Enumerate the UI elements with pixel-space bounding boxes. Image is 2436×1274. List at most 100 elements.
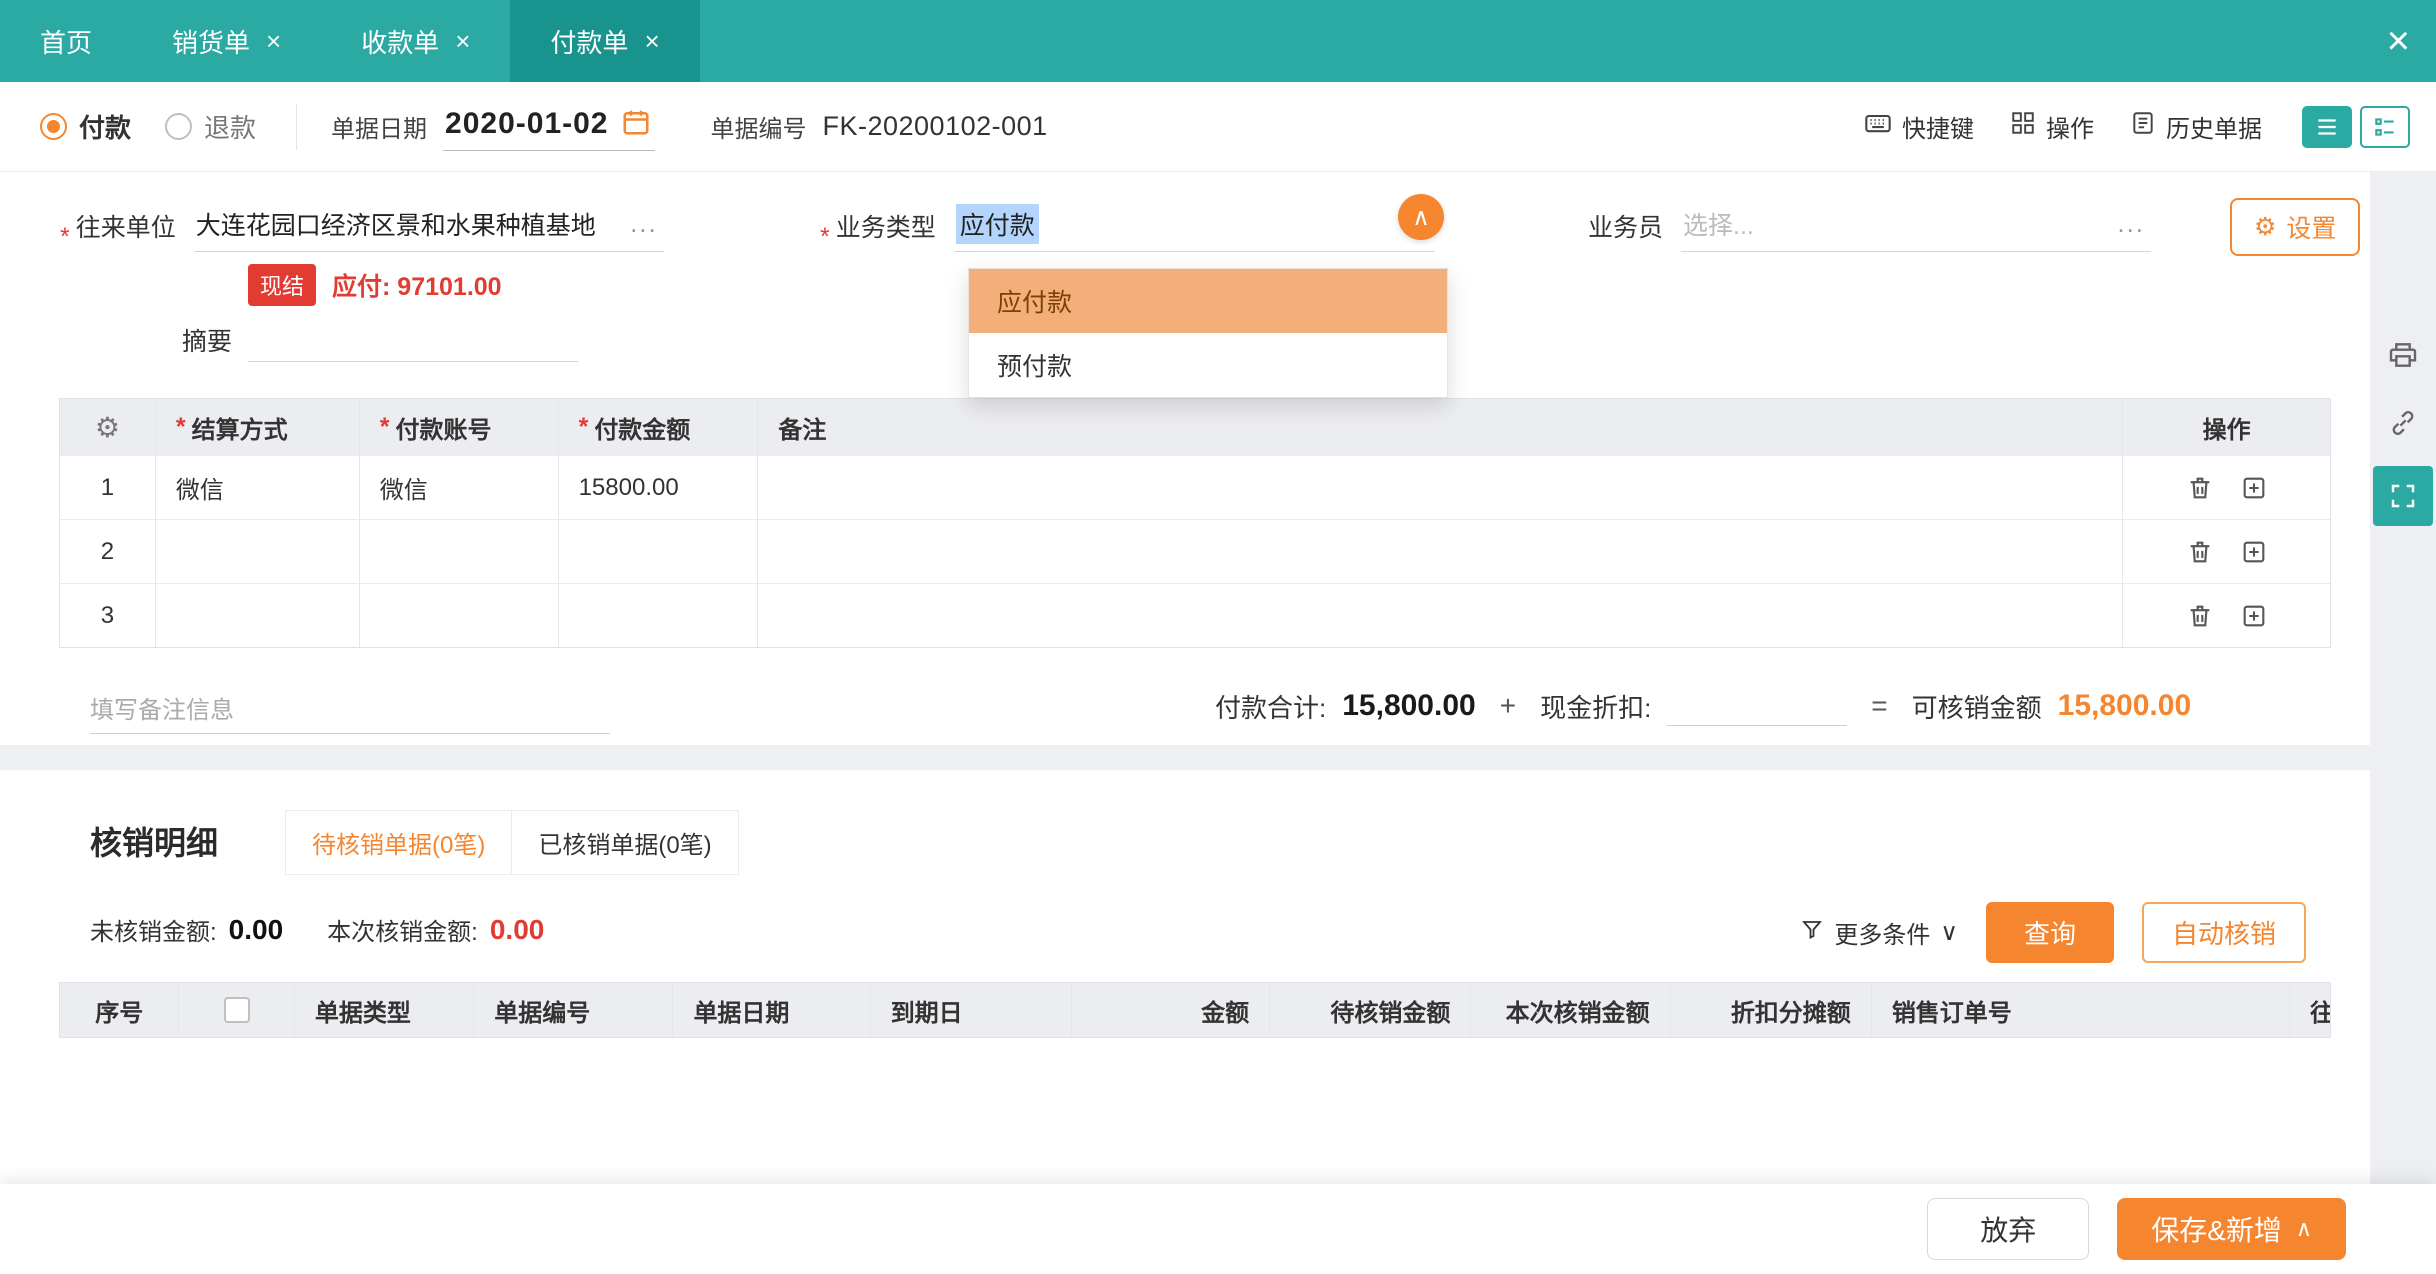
expand-button[interactable] xyxy=(2373,466,2433,526)
query-button[interactable]: 查询 xyxy=(1985,902,2114,963)
detail-view-icon xyxy=(2375,117,2394,136)
detail-view-toggle[interactable] xyxy=(2360,105,2410,148)
radio-payment[interactable]: 付款 xyxy=(40,108,131,145)
header-settle-method: * 结算方式 xyxy=(156,399,360,455)
radio-refund[interactable]: 退款 xyxy=(165,108,256,145)
link-icon xyxy=(2392,411,2414,435)
header-remark: 备注 xyxy=(758,399,2124,455)
tab-verified-docs[interactable]: 已核销单据(0笔) xyxy=(512,810,739,875)
more-conditions-button[interactable]: 更多条件 ∨ xyxy=(1800,915,1958,950)
history-docs-button[interactable]: 历史单据 xyxy=(2130,109,2262,144)
add-row-icon[interactable] xyxy=(2240,474,2268,502)
cancel-button[interactable]: 放弃 xyxy=(1927,1198,2090,1260)
header-current-amount: 本次核销金额 xyxy=(1471,983,1671,1037)
salesman-field[interactable]: 选择... ... xyxy=(1681,202,2152,252)
close-icon[interactable]: × xyxy=(2361,21,2436,61)
settle-method-cell[interactable] xyxy=(156,520,360,583)
pay-amount-cell[interactable] xyxy=(559,520,759,583)
shortcut-keys-button[interactable]: 快捷键 xyxy=(1864,109,1974,144)
pay-account-cell[interactable] xyxy=(360,584,559,647)
remark-cell[interactable] xyxy=(758,456,2124,519)
header-seq: 序号 xyxy=(60,983,180,1037)
dropdown-option-prepaid[interactable]: 预付款 xyxy=(969,333,1447,397)
tab-payment[interactable]: 付款单 × xyxy=(510,0,700,82)
link-button[interactable] xyxy=(2378,398,2428,448)
divider xyxy=(296,103,298,150)
header-amount: 金额 xyxy=(1072,983,1271,1037)
add-row-icon[interactable] xyxy=(2240,602,2268,630)
header-sales-order-no: 销售订单号 xyxy=(1872,983,2290,1037)
pay-account-cell[interactable] xyxy=(360,520,559,583)
auto-verify-button[interactable]: 自动核销 xyxy=(2141,902,2306,963)
print-button[interactable] xyxy=(2378,330,2428,380)
verify-table-header: 序号 单据类型 单据编号 单据日期 到期日 金额 待核销金额 本次核销金额 折扣… xyxy=(59,982,2331,1038)
collapse-dropdown-button[interactable]: ∧ xyxy=(1398,194,1444,240)
header-pay-account: * 付款账号 xyxy=(360,399,559,455)
pay-total-value: 15,800.00 xyxy=(1342,689,1476,722)
history-doc-icon xyxy=(2130,110,2156,143)
right-rail xyxy=(2372,330,2434,526)
select-all-checkbox[interactable] xyxy=(223,997,250,1023)
column-settings-cell[interactable]: ⚙ xyxy=(60,399,156,455)
tab-pending-docs[interactable]: 待核销单据(0笔) xyxy=(285,810,513,875)
contact-lookup-icon[interactable]: ... xyxy=(630,208,658,239)
doc-remark-input[interactable] xyxy=(90,688,610,734)
add-row-icon[interactable] xyxy=(2240,538,2268,566)
tab-payment-label: 付款单 xyxy=(550,27,629,58)
header-doc-no: 单据编号 xyxy=(474,983,674,1037)
summary-input[interactable] xyxy=(248,318,578,362)
dropdown-option-label: 预付款 xyxy=(997,353,1073,381)
required-marker: * xyxy=(578,412,589,441)
close-tab-icon[interactable]: × xyxy=(644,26,659,57)
tab-home[interactable]: 首页 xyxy=(0,0,132,82)
verifiable-value: 15,800.00 xyxy=(2057,689,2192,722)
footer-bar: 放弃 保存&新增 ∧ xyxy=(0,1184,2436,1274)
payable-label: 应付: xyxy=(332,273,391,301)
salesman-lookup-icon[interactable]: ... xyxy=(2117,208,2145,239)
pay-amount-cell[interactable] xyxy=(559,584,759,647)
settle-method-cell[interactable]: 微信 xyxy=(156,456,360,519)
more-conditions-label: 更多条件 xyxy=(1834,922,1931,949)
calendar-icon[interactable] xyxy=(621,107,651,142)
tab-pending-label: 待核销单据(0笔) xyxy=(312,832,486,859)
required-marker: * xyxy=(820,223,830,251)
settle-method-cell[interactable] xyxy=(156,584,360,647)
current-verify-label: 本次核销金额: xyxy=(327,919,478,946)
contact-field[interactable]: 大连花园口经济区景和水果种植基地 ... xyxy=(193,202,664,252)
chevron-up-icon: ∧ xyxy=(1412,203,1430,231)
remark-cell[interactable] xyxy=(758,584,2124,647)
settings-button[interactable]: ⚙ 设置 xyxy=(2230,198,2361,256)
operations-button[interactable]: 操作 xyxy=(2010,109,2094,144)
date-label: 单据日期 xyxy=(331,116,428,143)
required-marker: * xyxy=(379,412,390,441)
printer-icon xyxy=(2389,343,2417,367)
table-row: 2 xyxy=(60,519,2330,583)
required-marker: * xyxy=(60,223,70,251)
save-and-new-button[interactable]: 保存&新增 ∧ xyxy=(2117,1198,2346,1260)
cash-discount-input[interactable] xyxy=(1667,686,1848,726)
dropdown-option-payable[interactable]: 应付款 xyxy=(969,269,1447,333)
pay-account-cell[interactable]: 微信 xyxy=(360,456,559,519)
pay-amount-cell[interactable]: 15800.00 xyxy=(559,456,759,519)
delete-row-icon[interactable] xyxy=(2186,538,2214,566)
remark-cell[interactable] xyxy=(758,520,2124,583)
radio-refund-label: 退款 xyxy=(204,113,257,143)
doc-no-label: 单据编号 xyxy=(710,116,807,143)
totals-row: 付款合计: 15,800.00 + 现金折扣: = 可核销金额 15,800.0… xyxy=(1215,686,2191,726)
date-picker[interactable]: 2020-01-02 xyxy=(443,103,655,151)
tab-receipt[interactable]: 收款单 × xyxy=(321,0,510,82)
close-tab-icon[interactable]: × xyxy=(266,26,281,57)
header-actions: 操作 xyxy=(2202,416,2251,444)
equals-sign: = xyxy=(1871,690,1888,721)
radio-payment-label: 付款 xyxy=(79,113,132,143)
close-tab-icon[interactable]: × xyxy=(455,26,470,57)
delete-row-icon[interactable] xyxy=(2186,602,2214,630)
delete-row-icon[interactable] xyxy=(2186,474,2214,502)
list-view-toggle[interactable] xyxy=(2302,105,2352,148)
header-pending-amount: 待核销金额 xyxy=(1270,983,1472,1037)
biz-type-field[interactable]: 应付款 xyxy=(953,202,1434,252)
unverified-amount-label: 未核销金额: xyxy=(90,919,217,946)
tab-sales-order[interactable]: 销货单 × xyxy=(132,0,321,82)
header-checkbox-cell xyxy=(179,983,295,1037)
verifiable-label: 可核销金额 xyxy=(1911,692,2042,723)
